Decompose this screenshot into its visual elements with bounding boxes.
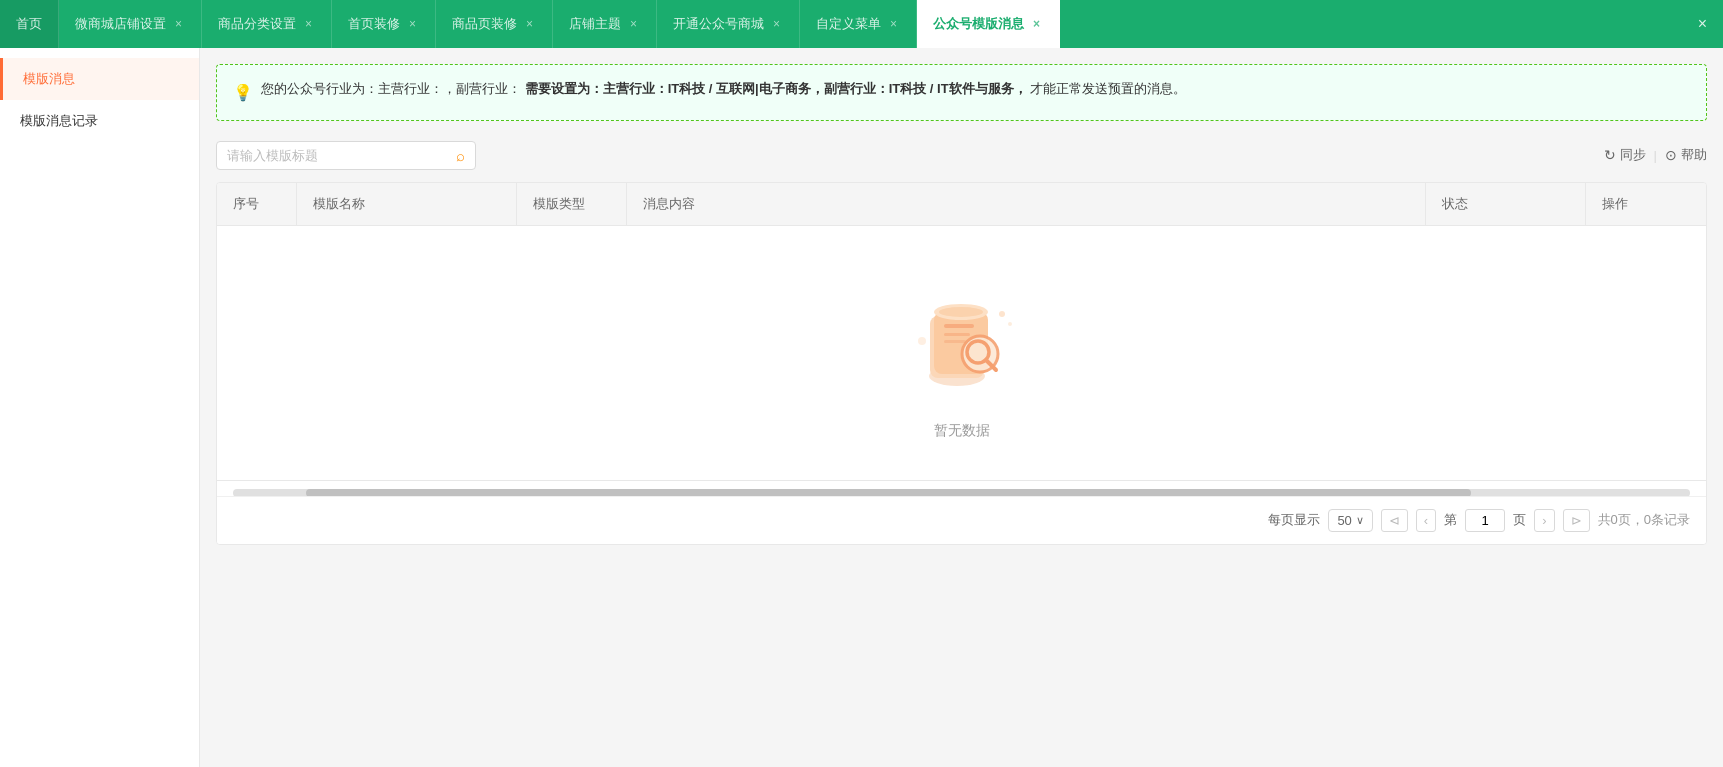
th-content: 消息内容 <box>627 183 1426 225</box>
tab-homepage-decor-close[interactable]: × <box>406 16 419 32</box>
sync-icon: ↻ <box>1604 147 1616 163</box>
tab-custom-menu[interactable]: 自定义菜单 × <box>800 0 917 48</box>
tab-product-decor-close[interactable]: × <box>523 16 536 32</box>
svg-rect-7 <box>944 340 966 343</box>
data-table: 序号 模版名称 模版类型 消息内容 状态 操作 <box>216 182 1707 545</box>
help-icon: ⊙ <box>1665 147 1677 163</box>
tab-custom-menu-close[interactable]: × <box>887 16 900 32</box>
sidebar-item-template-message-log-label: 模版消息记录 <box>20 113 98 128</box>
empty-state: 暂无数据 <box>217 226 1706 480</box>
tab-template-msg[interactable]: 公众号模版消息 × <box>917 0 1060 48</box>
svg-rect-5 <box>944 324 974 328</box>
page-next-button[interactable]: › <box>1534 509 1554 532</box>
tab-store-theme-label: 店铺主题 <box>569 15 621 33</box>
scrollbar-track <box>233 489 1690 496</box>
tab-category-settings-close[interactable]: × <box>302 16 315 32</box>
scrollbar-thumb[interactable] <box>306 489 1472 496</box>
notice-box: 💡 您的公众号行业为：主营行业：，副营行业： 需要设置为：主营行业：IT科技 /… <box>216 64 1707 121</box>
search-bar: ⌕ ↻ 同步 | ⊙ 帮助 <box>216 141 1707 170</box>
empty-text: 暂无数据 <box>934 422 990 440</box>
notice-text: 您的公众号行业为：主营行业：，副营行业： 需要设置为：主营行业：IT科技 / 互… <box>261 79 1186 100</box>
page-first-button[interactable]: ⊲ <box>1381 509 1408 532</box>
sidebar-item-template-message-log[interactable]: 模版消息记录 <box>0 100 199 142</box>
toolbar-divider: | <box>1654 148 1657 163</box>
tab-template-msg-label: 公众号模版消息 <box>933 15 1024 33</box>
sidebar-item-template-message-label: 模版消息 <box>23 71 75 86</box>
search-input[interactable] <box>227 148 450 163</box>
sync-label: 同步 <box>1620 146 1646 164</box>
page-di-label: 第 <box>1444 511 1457 529</box>
tab-category-settings[interactable]: 商品分类设置 × <box>202 0 332 48</box>
pagination-bar: 每页显示 50 ∨ ⊲ ‹ 第 页 › ⊳ 共0页，0条记录 <box>217 496 1706 544</box>
tab-open-mall[interactable]: 开通公众号商城 × <box>657 0 800 48</box>
th-type: 模版类型 <box>517 183 627 225</box>
table-header: 序号 模版名称 模版类型 消息内容 状态 操作 <box>217 183 1706 226</box>
page-prev-button[interactable]: ‹ <box>1416 509 1436 532</box>
tab-open-mall-close[interactable]: × <box>770 16 783 32</box>
content-area: 💡 您的公众号行业为：主营行业：，副营行业： 需要设置为：主营行业：IT科技 /… <box>200 48 1723 767</box>
svg-point-4 <box>939 307 983 317</box>
close-all-tabs-button[interactable]: × <box>1682 15 1723 33</box>
page-total: 共0页，0条记录 <box>1598 511 1690 529</box>
th-op: 操作 <box>1586 183 1706 225</box>
help-button[interactable]: ⊙ 帮助 <box>1665 146 1707 164</box>
sidebar: 模版消息 模版消息记录 <box>0 48 200 767</box>
tab-wshop-settings-label: 微商城店铺设置 <box>75 15 166 33</box>
tab-custom-menu-label: 自定义菜单 <box>816 15 881 33</box>
tab-homepage-decor[interactable]: 首页装修 × <box>332 0 436 48</box>
page-number-input[interactable] <box>1465 509 1505 532</box>
tab-home[interactable]: 首页 <box>0 0 59 48</box>
search-input-wrap[interactable]: ⌕ <box>216 141 476 170</box>
tab-wshop-settings-close[interactable]: × <box>172 16 185 32</box>
tab-product-decor[interactable]: 商品页装修 × <box>436 0 553 48</box>
svg-point-12 <box>1008 322 1012 326</box>
tab-wshop-settings[interactable]: 微商城店铺设置 × <box>59 0 202 48</box>
empty-illustration <box>902 286 1022 406</box>
page-size-label: 每页显示 <box>1268 511 1320 529</box>
notice-icon: 💡 <box>233 80 253 106</box>
th-name: 模版名称 <box>297 183 517 225</box>
th-seq: 序号 <box>217 183 297 225</box>
th-status: 状态 <box>1426 183 1586 225</box>
svg-rect-6 <box>944 333 970 336</box>
page-size-value: 50 <box>1337 513 1351 528</box>
page-size-select[interactable]: 50 ∨ <box>1328 509 1372 532</box>
svg-point-13 <box>918 337 926 345</box>
page-size-chevron-icon: ∨ <box>1356 514 1364 527</box>
tab-bar: 首页 微商城店铺设置 × 商品分类设置 × 首页装修 × 商品页装修 × 店铺主… <box>0 0 1723 48</box>
toolbar-right: ↻ 同步 | ⊙ 帮助 <box>1604 146 1707 164</box>
tab-store-theme-close[interactable]: × <box>627 16 640 32</box>
tab-store-theme[interactable]: 店铺主题 × <box>553 0 657 48</box>
sidebar-item-template-message[interactable]: 模版消息 <box>0 58 199 100</box>
main-layout: 模版消息 模版消息记录 💡 您的公众号行业为：主营行业：，副营行业： 需要设置为… <box>0 48 1723 767</box>
sync-button[interactable]: ↻ 同步 <box>1604 146 1646 164</box>
tab-homepage-decor-label: 首页装修 <box>348 15 400 33</box>
search-icon[interactable]: ⌕ <box>456 147 465 164</box>
help-label: 帮助 <box>1681 146 1707 164</box>
tab-template-msg-close[interactable]: × <box>1030 16 1043 32</box>
page-label: 页 <box>1513 511 1526 529</box>
horizontal-scrollbar[interactable] <box>217 480 1706 496</box>
tab-product-decor-label: 商品页装修 <box>452 15 517 33</box>
page-last-button[interactable]: ⊳ <box>1563 509 1590 532</box>
tab-category-settings-label: 商品分类设置 <box>218 15 296 33</box>
tab-home-label: 首页 <box>16 15 42 33</box>
tab-open-mall-label: 开通公众号商城 <box>673 15 764 33</box>
svg-point-11 <box>999 311 1005 317</box>
